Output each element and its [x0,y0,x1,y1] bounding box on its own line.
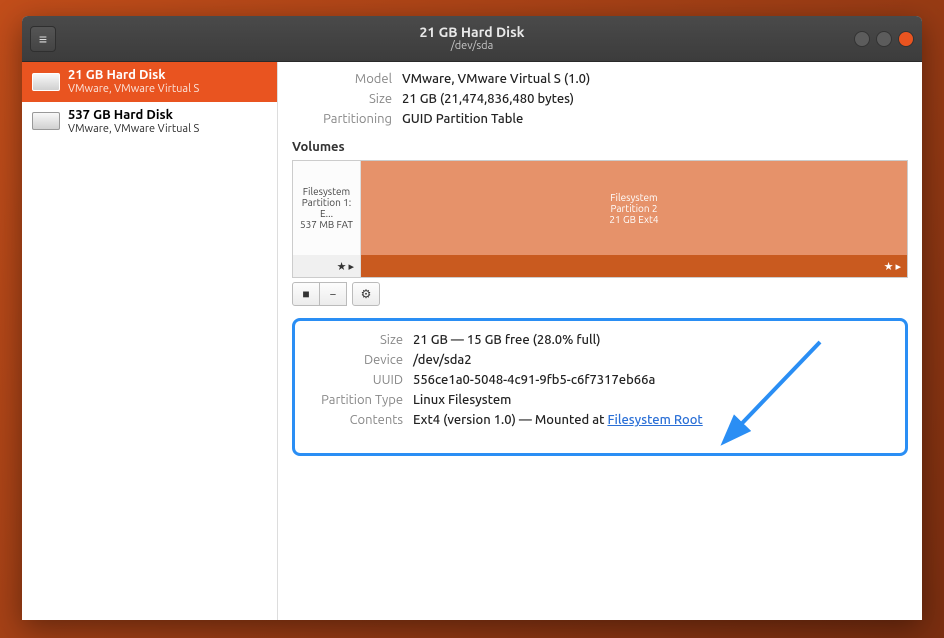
contents-label: Contents [303,413,403,427]
stop-icon: ■ [302,287,309,301]
minimize-button[interactable] [854,31,870,47]
hard-disk-icon [32,73,60,91]
highlight-annotation: Size 21 GB — 15 GB free (28.0% full) Dev… [292,318,908,456]
size-label: Size [292,92,392,106]
star-icon: ★ [337,260,347,273]
vol1-line3: 537 MB FAT [295,219,358,230]
disks-window: ≡ 21 GB Hard Disk /dev/sda 21 GB Hard Di… [22,16,922,620]
vol1-line1: Filesystem [295,186,358,197]
titlebar: ≡ 21 GB Hard Disk /dev/sda [22,16,922,62]
uuid-value: 556ce1a0-5048-4c91-9fb5-c6f7317eb66a [413,373,655,387]
ptype-label: Partition Type [303,393,403,407]
vol1-line2: Partition 1: E... [295,197,358,219]
disk-sub: VMware, VMware Virtual S [68,123,199,136]
gear-icon: ⚙ [361,287,372,301]
partitioning-value: GUID Partition Table [402,112,523,126]
minus-icon: − [330,288,337,301]
maximize-button[interactable] [876,31,892,47]
volumes-diagram: Filesystem Partition 1: E... 537 MB FAT … [292,160,908,278]
menu-button[interactable]: ≡ [30,26,56,52]
delete-button[interactable]: − [319,282,347,306]
sidebar: 21 GB Hard Disk VMware, VMware Virtual S… [22,62,278,620]
settings-button[interactable]: ⚙ [352,282,380,306]
volume-toolbar: ■ − ⚙ [292,282,908,306]
model-label: Model [292,72,392,86]
disk-name: 21 GB Hard Disk [68,68,199,83]
unmount-button[interactable]: ■ [292,282,320,306]
volume-partition-2[interactable]: Filesystem Partition 2 21 GB Ext4 ★ ▸ [361,161,907,277]
sidebar-disk-item[interactable]: 537 GB Hard Disk VMware, VMware Virtual … [22,102,277,142]
psize-label: Size [303,333,403,347]
close-button[interactable] [898,31,914,47]
model-value: VMware, VMware Virtual S (1.0) [402,72,590,86]
volume-partition-1[interactable]: Filesystem Partition 1: E... 537 MB FAT … [293,161,361,277]
hard-disk-icon [32,112,60,130]
contents-prefix: Ext4 (version 1.0) — Mounted at [413,413,607,427]
play-icon: ▸ [348,260,354,273]
disk-sub: VMware, VMware Virtual S [68,83,199,96]
vol2-line3: 21 GB Ext4 [361,214,907,225]
star-icon: ★ [884,260,894,273]
window-title: 21 GB Hard Disk [419,24,524,41]
main-content: Model VMware, VMware Virtual S (1.0) Siz… [278,62,922,620]
device-label: Device [303,353,403,367]
vol2-line1: Filesystem [361,192,907,203]
ptype-value: Linux Filesystem [413,393,511,407]
sidebar-disk-item[interactable]: 21 GB Hard Disk VMware, VMware Virtual S [22,62,277,102]
volumes-heading: Volumes [292,140,908,154]
disk-name: 537 GB Hard Disk [68,108,199,123]
uuid-label: UUID [303,373,403,387]
partitioning-label: Partitioning [292,112,392,126]
psize-value: 21 GB — 15 GB free (28.0% full) [413,333,600,347]
window-subtitle: /dev/sda [419,40,524,53]
contents-value: Ext4 (version 1.0) — Mounted at Filesyst… [413,413,703,427]
filesystem-root-link[interactable]: Filesystem Root [607,413,702,427]
play-icon: ▸ [895,260,901,273]
size-value: 21 GB (21,474,836,480 bytes) [402,92,574,106]
device-value: /dev/sda2 [413,353,472,367]
vol2-line2: Partition 2 [361,203,907,214]
